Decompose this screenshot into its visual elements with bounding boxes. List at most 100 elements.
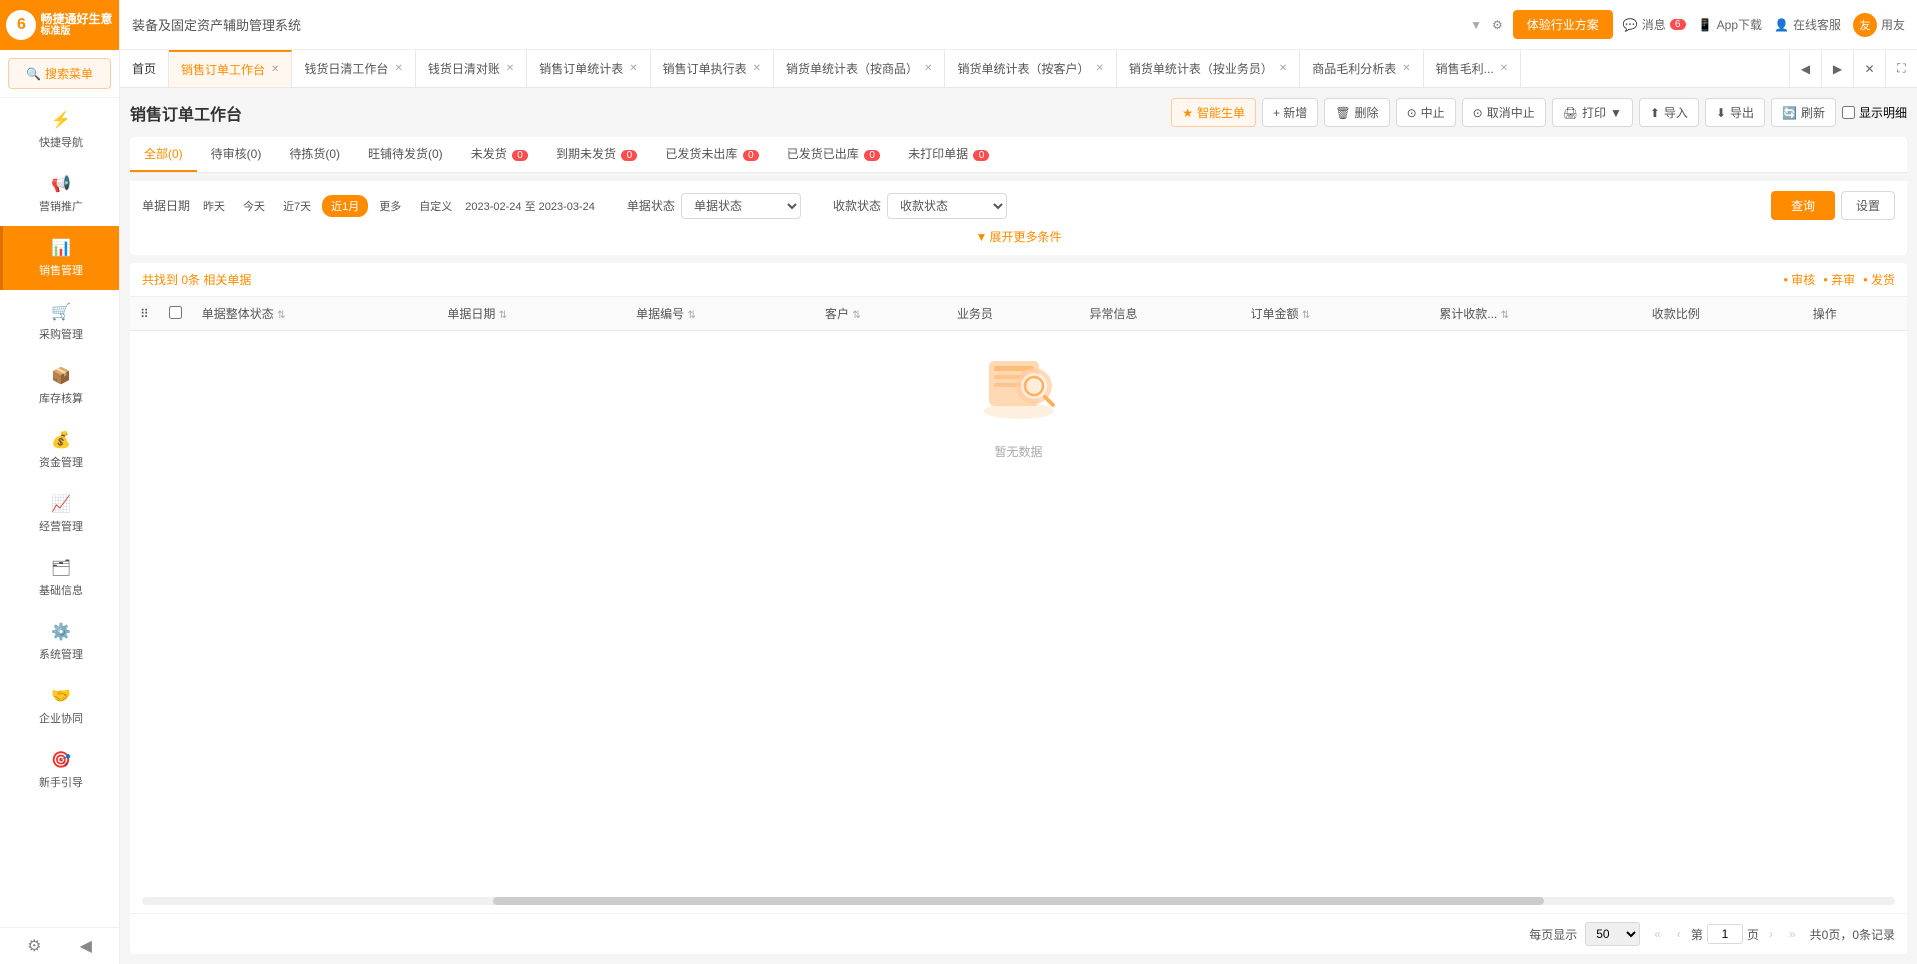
close-tab-sales-exec[interactable]: ✕ <box>753 63 761 74</box>
last-month-btn[interactable]: 近1月 <box>322 195 368 217</box>
sidebar-item-system[interactable]: ⚙️ 系统管理 <box>0 610 119 674</box>
tab-home[interactable]: 首页 <box>120 50 169 88</box>
tab-sales-report-staff[interactable]: 销货单统计表（按业务员） ✕ <box>1117 50 1300 88</box>
tab-sales-exec[interactable]: 销售订单执行表 ✕ <box>651 50 774 88</box>
pay-status-label: 收款状态 <box>833 197 881 214</box>
expand-filter-button[interactable]: ▼ 展开更多条件 <box>976 228 1062 245</box>
close-tab-report-product[interactable]: ✕ <box>924 63 932 74</box>
cancel-suspend-button[interactable]: ⊙ 取消中止 <box>1462 98 1546 127</box>
import-button[interactable]: ⬆ 导入 <box>1639 98 1699 127</box>
sidebar-item-finance[interactable]: 💰 资金管理 <box>0 418 119 482</box>
query-button[interactable]: 查询 <box>1771 191 1835 220</box>
close-tab-report-customer[interactable]: ✕ <box>1095 63 1103 74</box>
subtab-wangpu[interactable]: 旺铺待发货(0) <box>354 137 457 172</box>
tab-prev-button[interactable]: ◀ <box>1789 50 1821 88</box>
user-avatar-button[interactable]: 友 用友 <box>1853 13 1905 37</box>
sidebar-item-inventory[interactable]: 📦 库存核算 <box>0 354 119 418</box>
first-page-button[interactable]: « <box>1648 925 1667 943</box>
logo-text: 畅捷通好生意 标准版 <box>40 12 112 38</box>
sort-status-icon[interactable]: ⇅ <box>277 310 285 321</box>
sort-customer-icon[interactable]: ⇅ <box>852 310 860 321</box>
subtab-shipped-out[interactable]: 已发货已出库 0 <box>773 137 894 172</box>
review-quick-btn[interactable]: 审核 <box>1783 271 1815 288</box>
sort-number-icon[interactable]: ⇅ <box>688 310 696 321</box>
tab-sales-stat[interactable]: 销售订单统计表 ✕ <box>527 50 650 88</box>
subtab-all[interactable]: 全部(0) <box>130 137 197 172</box>
refresh-button[interactable]: 🔄 刷新 <box>1771 98 1836 127</box>
sidebar-item-quick-nav[interactable]: ⚡ 快捷导航 <box>0 98 119 162</box>
subtab-not-shipped[interactable]: 未发货 0 <box>457 137 542 172</box>
table-area: 共找到 0条 相关单据 审核 弃审 发货 ⠿ <box>130 263 1907 954</box>
subtab-pending-inspect[interactable]: 待拣货(0) <box>275 137 354 172</box>
tab-sales-more[interactable]: 销售毛利... ✕ <box>1424 50 1521 88</box>
th-status: 单据整体状态 ⇅ <box>192 297 438 331</box>
close-tab-cash-daily[interactable]: ✕ <box>394 63 402 74</box>
tab-sales-report-product[interactable]: 销货单统计表（按商品） ✕ <box>774 50 945 88</box>
subtab-shipped-not-out[interactable]: 已发货未出库 0 <box>651 137 772 172</box>
close-tab-cash-reconcile[interactable]: ✕ <box>506 63 514 74</box>
abandon-review-quick-btn[interactable]: 弃审 <box>1823 271 1855 288</box>
custom-btn[interactable]: 自定义 <box>412 195 459 217</box>
close-tab-report-staff[interactable]: ✕ <box>1279 63 1287 74</box>
pay-status-select[interactable]: 收款状态 <box>887 193 1007 219</box>
settings-bottom-button[interactable]: ⚙ <box>27 936 41 956</box>
tab-product-margin[interactable]: 商品毛利分析表 ✕ <box>1300 50 1423 88</box>
close-tab-sales-more[interactable]: ✕ <box>1500 63 1508 74</box>
sidebar-item-sales[interactable]: 📊 销售管理 <box>0 226 119 290</box>
last7-btn[interactable]: 近7天 <box>276 195 318 217</box>
tab-sales-workbench[interactable]: 销售订单工作台 ✕ <box>169 50 292 88</box>
yesterday-btn[interactable]: 昨天 <box>196 195 232 217</box>
download-icon: 📱 <box>1698 18 1713 32</box>
page-size-select[interactable]: 10 20 50 100 <box>1585 922 1640 946</box>
show-detail-checkbox[interactable] <box>1842 106 1855 119</box>
print-button[interactable]: 🖨 打印 ▼ <box>1552 98 1633 127</box>
tab-maximize-button[interactable]: ⛶ <box>1885 50 1917 88</box>
close-tab-margin[interactable]: ✕ <box>1402 63 1410 74</box>
ship-quick-btn[interactable]: 发货 <box>1863 271 1895 288</box>
th-checkbox[interactable] <box>159 297 192 331</box>
last-page-button[interactable]: » <box>1783 925 1802 943</box>
subtab-not-printed[interactable]: 未打印单据 0 <box>894 137 1003 172</box>
delete-button[interactable]: 🗑 删除 <box>1324 98 1389 127</box>
trial-button[interactable]: 体验行业方案 <box>1513 10 1613 39</box>
tab-close-all-button[interactable]: ✕ <box>1853 50 1885 88</box>
scrollbar-thumb[interactable] <box>493 897 1545 905</box>
close-tab-sales-stat[interactable]: ✕ <box>629 63 637 74</box>
online-service-button[interactable]: 👤 在线客服 <box>1774 16 1841 33</box>
status-select[interactable]: 单据状态 <box>681 193 801 219</box>
more-btn[interactable]: 更多 <box>372 195 408 217</box>
smart-create-button[interactable]: ★ 智能生单 <box>1171 98 1256 127</box>
settings-button[interactable]: 设置 <box>1841 191 1895 220</box>
sort-collected-icon[interactable]: ⇅ <box>1501 310 1509 321</box>
sort-date-icon[interactable]: ⇅ <box>499 310 507 321</box>
add-button[interactable]: + 新增 <box>1262 98 1318 127</box>
message-button[interactable]: 💬 消息 6 <box>1623 16 1686 33</box>
sort-amount-icon[interactable]: ⇅ <box>1302 310 1310 321</box>
tab-next-button[interactable]: ▶ <box>1821 50 1853 88</box>
sidebar-item-purchase[interactable]: 🛒 采购管理 <box>0 290 119 354</box>
select-all-checkbox[interactable] <box>169 306 182 319</box>
sidebar-item-operation[interactable]: 📈 经营管理 <box>0 482 119 546</box>
horizontal-scrollbar[interactable] <box>142 897 1895 905</box>
next-page-button[interactable]: › <box>1763 925 1779 943</box>
today-btn[interactable]: 今天 <box>236 195 272 217</box>
search-menu-button[interactable]: 🔍 搜索菜单 <box>8 58 111 89</box>
sidebar-item-enterprise[interactable]: 🤝 企业协同 <box>0 674 119 738</box>
export-button[interactable]: ⬇ 导出 <box>1705 98 1765 127</box>
sidebar-item-guide[interactable]: 🎯 新手引导 <box>0 738 119 802</box>
sidebar-item-base[interactable]: 🗂 基础信息 <box>0 546 119 610</box>
prev-page-button[interactable]: ‹ <box>1671 925 1687 943</box>
subtab-overdue[interactable]: 到期未发货 0 <box>542 137 651 172</box>
tab-cash-daily[interactable]: 钱货日清工作台 ✕ <box>292 50 415 88</box>
current-page-input[interactable] <box>1707 924 1743 944</box>
subtab-pending-review[interactable]: 待审核(0) <box>197 137 276 172</box>
close-tab-sales-workbench[interactable]: ✕ <box>271 64 279 75</box>
app-download-button[interactable]: 📱 App下载 <box>1698 16 1762 33</box>
show-detail-checkbox-label[interactable]: 显示明细 <box>1842 104 1907 121</box>
sidebar-item-marketing[interactable]: 📢 营销推广 <box>0 162 119 226</box>
settings-icon[interactable]: ⚙ <box>1492 18 1503 32</box>
tab-sales-report-customer[interactable]: 销货单统计表（按客户） ✕ <box>945 50 1116 88</box>
suspend-button[interactable]: ⊙ 中止 <box>1396 98 1456 127</box>
collapse-sidebar-button[interactable]: ◀ <box>80 936 92 956</box>
tab-cash-reconcile[interactable]: 钱货日清对账 ✕ <box>416 50 527 88</box>
